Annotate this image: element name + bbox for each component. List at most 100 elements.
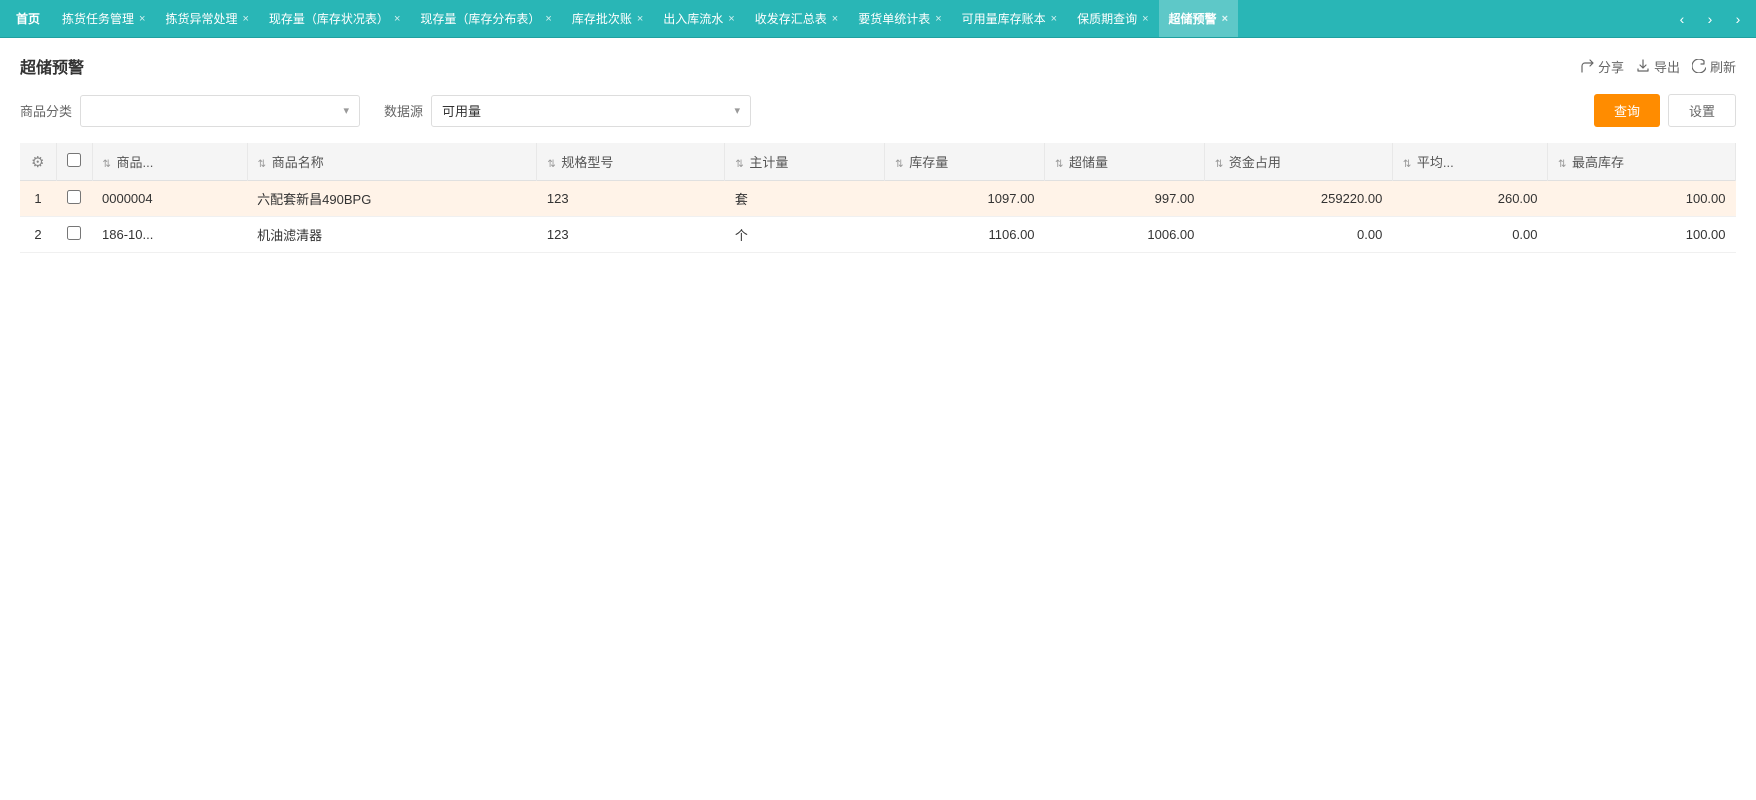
- th-avg: ⇅ 平均...: [1392, 143, 1547, 181]
- nav-tab-9-close[interactable]: ×: [1051, 13, 1057, 25]
- nav-prev-button[interactable]: ‹: [1668, 0, 1696, 38]
- nav-tab-5-close[interactable]: ×: [637, 13, 643, 25]
- row-checkbox-cell-1: [56, 217, 92, 253]
- select-all-checkbox[interactable]: [67, 153, 81, 167]
- nav-tab-8-close[interactable]: ×: [935, 13, 941, 25]
- row-index-0: 1: [20, 181, 56, 217]
- row-spec-1: 123: [537, 217, 725, 253]
- row-index-1: 2: [20, 217, 56, 253]
- sort-icon-spec: ⇅: [547, 159, 555, 170]
- nav-tab-8[interactable]: 要货单统计表 ×: [848, 0, 951, 37]
- page-header: 超储预警 分享 导出 刷新: [20, 54, 1736, 78]
- nav-home[interactable]: 首页: [4, 0, 52, 37]
- nav-next-button[interactable]: ›: [1696, 0, 1724, 38]
- sort-icon-name: ⇅: [258, 159, 266, 170]
- category-chevron-icon: ▾: [343, 104, 349, 117]
- nav-tab-3-label: 现存量（库存状况表）: [269, 10, 389, 27]
- sort-icon-avg: ⇅: [1403, 159, 1411, 170]
- row-unit-0: 套: [725, 181, 885, 217]
- nav-tab-4-close[interactable]: ×: [545, 13, 551, 25]
- settings-button[interactable]: 设置: [1668, 94, 1736, 127]
- filter-row: 商品分类 ▾ 数据源 可用量 ▾ 查询 设置: [20, 94, 1736, 127]
- nav-tab-8-label: 要货单统计表: [858, 10, 930, 27]
- nav-tab-1-close[interactable]: ×: [139, 13, 145, 25]
- table-row: 1 0000004 六配套新昌490BPG 123 套 1097.00 997.…: [20, 181, 1736, 217]
- row-product-name-0: 六配套新昌490BPG: [247, 181, 537, 217]
- datasource-chevron-icon: ▾: [735, 104, 741, 117]
- row-avg-0: 260.00: [1392, 181, 1547, 217]
- filter-buttons: 查询 设置: [1594, 94, 1736, 127]
- refresh-button[interactable]: 刷新: [1692, 57, 1736, 76]
- nav-tab-6-label: 出入库流水: [663, 10, 723, 27]
- export-icon: [1636, 59, 1650, 73]
- data-table: ⚙ ⇅ 商品... ⇅ 商品名称 ⇅ 规格型号 ⇅: [20, 143, 1736, 253]
- nav-home-label: 首页: [16, 10, 40, 27]
- nav-tab-10-label: 保质期查询: [1077, 10, 1137, 27]
- row-stock-1: 1106.00: [885, 217, 1045, 253]
- nav-tab-6-close[interactable]: ×: [728, 13, 734, 25]
- nav-tab-11-close[interactable]: ×: [1222, 13, 1228, 25]
- nav-tab-10[interactable]: 保质期查询 ×: [1067, 0, 1158, 37]
- export-button[interactable]: 导出: [1636, 57, 1680, 76]
- nav-tab-9[interactable]: 可用量库存账本 ×: [952, 0, 1067, 37]
- category-filter: 商品分类 ▾: [20, 95, 360, 127]
- datasource-label: 数据源: [384, 101, 423, 120]
- row-overstock-1: 1006.00: [1045, 217, 1205, 253]
- th-spec: ⇅ 规格型号: [537, 143, 725, 181]
- sort-icon-code: ⇅: [103, 159, 111, 170]
- sort-icon-capital: ⇅: [1215, 159, 1223, 170]
- th-product-code: ⇅ 商品...: [92, 143, 247, 181]
- row-stock-0: 1097.00: [885, 181, 1045, 217]
- nav-tab-4[interactable]: 现存量（库存分布表） ×: [410, 0, 561, 37]
- th-product-name: ⇅ 商品名称: [247, 143, 537, 181]
- datasource-select[interactable]: 可用量 ▾: [431, 95, 751, 127]
- datasource-filter: 数据源 可用量 ▾: [384, 95, 751, 127]
- nav-tab-7[interactable]: 收发存汇总表 ×: [745, 0, 848, 37]
- th-max: ⇅ 最高库存: [1548, 143, 1736, 181]
- row-checkbox-0[interactable]: [67, 190, 81, 204]
- th-gear: ⚙: [20, 143, 56, 181]
- row-checkbox-cell-0: [56, 181, 92, 217]
- row-avg-1: 0.00: [1392, 217, 1547, 253]
- row-product-code-0: 0000004: [92, 181, 247, 217]
- table-header-row: ⚙ ⇅ 商品... ⇅ 商品名称 ⇅ 规格型号 ⇅: [20, 143, 1736, 181]
- category-label: 商品分类: [20, 101, 72, 120]
- nav-tab-1[interactable]: 拣货任务管理 ×: [52, 0, 155, 37]
- share-label: 分享: [1598, 57, 1624, 76]
- nav-tab-5[interactable]: 库存批次账 ×: [562, 0, 653, 37]
- query-button[interactable]: 查询: [1594, 94, 1660, 127]
- category-select[interactable]: ▾: [80, 95, 360, 127]
- refresh-label: 刷新: [1710, 57, 1736, 76]
- share-button[interactable]: 分享: [1580, 57, 1624, 76]
- nav-tab-10-close[interactable]: ×: [1142, 13, 1148, 25]
- th-unit: ⇅ 主计量: [725, 143, 885, 181]
- nav-tab-5-label: 库存批次账: [572, 10, 632, 27]
- row-max-1: 100.00: [1548, 217, 1736, 253]
- sort-icon-max: ⇅: [1558, 159, 1566, 170]
- nav-tab-9-label: 可用量库存账本: [962, 10, 1046, 27]
- nav-more-button[interactable]: ›: [1724, 0, 1752, 38]
- th-stock: ⇅ 库存量: [885, 143, 1045, 181]
- row-spec-0: 123: [537, 181, 725, 217]
- refresh-icon: [1692, 59, 1706, 73]
- sort-icon-stock: ⇅: [895, 159, 903, 170]
- sort-icon-overstock: ⇅: [1055, 159, 1063, 170]
- header-actions: 分享 导出 刷新: [1580, 57, 1736, 76]
- row-checkbox-1[interactable]: [67, 226, 81, 240]
- nav-tab-2-close[interactable]: ×: [242, 13, 248, 25]
- nav-tab-7-close[interactable]: ×: [832, 13, 838, 25]
- th-overstock: ⇅ 超储量: [1045, 143, 1205, 181]
- nav-tab-3-close[interactable]: ×: [394, 13, 400, 25]
- nav-tab-6[interactable]: 出入库流水 ×: [653, 0, 744, 37]
- row-unit-1: 个: [725, 217, 885, 253]
- nav-tab-11-label: 超储预警: [1169, 10, 1217, 27]
- nav-tab-3[interactable]: 现存量（库存状况表） ×: [259, 0, 410, 37]
- nav-tab-7-label: 收发存汇总表: [755, 10, 827, 27]
- sort-icon-unit: ⇅: [735, 159, 743, 170]
- gear-icon[interactable]: ⚙: [31, 154, 44, 171]
- nav-tab-1-label: 拣货任务管理: [62, 10, 134, 27]
- th-checkbox: [56, 143, 92, 181]
- nav-tab-2[interactable]: 拣货异常处理 ×: [155, 0, 258, 37]
- nav-tab-11[interactable]: 超储预警 ×: [1159, 0, 1238, 37]
- th-capital: ⇅ 资金占用: [1204, 143, 1392, 181]
